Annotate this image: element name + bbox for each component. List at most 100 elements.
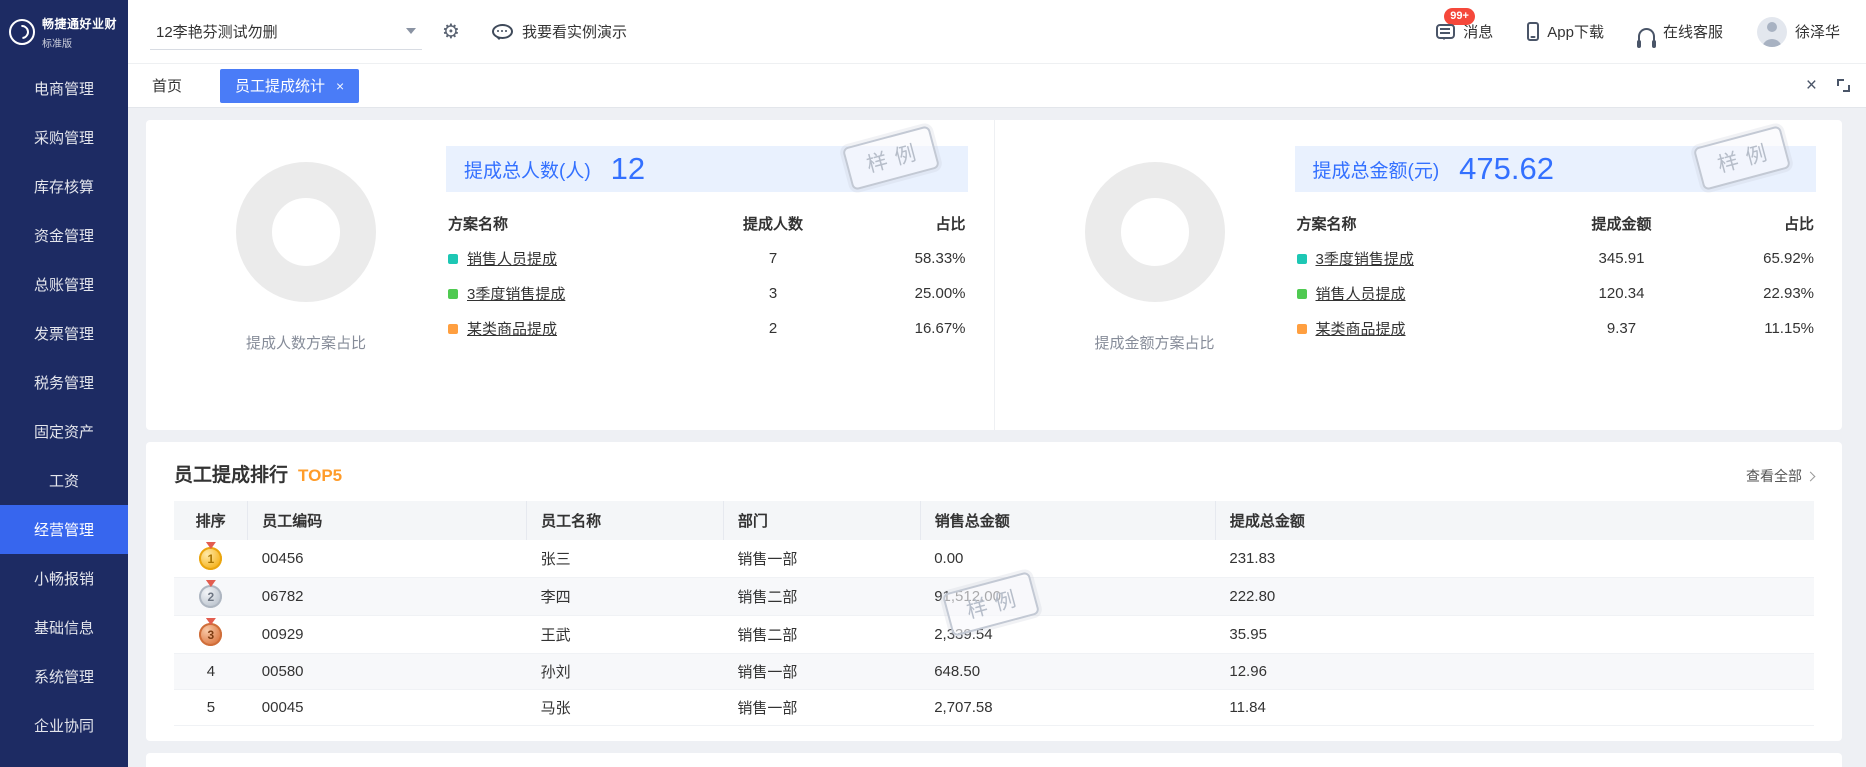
messages-badge: 99+ <box>1444 8 1475 25</box>
commission-overview-card: 提成人数方案占比 提成总人数(人) 12 方案名称 提成人数 占比 销售人员提成… <box>146 120 1842 430</box>
plan-link[interactable]: 销售人员提成 <box>1316 283 1406 304</box>
amount-panel: 提成金额方案占比 提成总金额(元) 475.62 方案名称 提成金额 占比 3季… <box>995 120 1843 430</box>
plan-percentage: 22.93% <box>1763 285 1814 302</box>
tab-employee-commission-stats[interactable]: 员工提成统计 × <box>220 68 360 103</box>
plan-link[interactable]: 销售人员提成 <box>467 248 557 269</box>
plan-link[interactable]: 3季度销售提成 <box>1316 248 1414 269</box>
col-headcount: 提成人数 <box>742 216 803 233</box>
col-employee-code: 员工编码 <box>247 501 528 540</box>
logo-subtitle: 标准版 <box>42 38 72 50</box>
table-row[interactable]: 4 00580 孙刘 销售一部 648.50 12.96 <box>174 653 1814 690</box>
legend-swatch <box>1296 253 1307 264</box>
company-selector-value: 12李艳芬测试勿删 <box>156 23 278 41</box>
col-rank: 排序 <box>174 501 249 540</box>
headset-icon <box>1636 28 1656 48</box>
sidebar-item-general-ledger[interactable]: 总账管理 <box>0 260 128 309</box>
total-sales: 648.50 <box>920 653 1216 690</box>
company-selector[interactable]: 12李艳芬测试勿删 <box>150 14 422 50</box>
view-all-link[interactable]: 查看全部 <box>1746 466 1816 486</box>
amount-legend-table: 方案名称 提成金额 占比 3季度销售提成 345.91 65.92% 销售人员提… <box>1295 206 1817 346</box>
sidebar-item-fixed-assets[interactable]: 固定资产 <box>0 407 128 456</box>
online-support-button[interactable]: 在线客服 <box>1636 21 1723 48</box>
employee-name: 王武 <box>526 615 724 654</box>
plan-value: 2 <box>768 320 778 337</box>
message-bubble-icon <box>1436 24 1456 40</box>
tab-close-icon[interactable]: × <box>336 79 344 93</box>
sidebar-item-guide[interactable]: 新手引导 <box>0 750 128 767</box>
legend-row: 销售人员提成 7 58.33% <box>448 241 966 276</box>
headcount-panel: 提成人数方案占比 提成总人数(人) 12 方案名称 提成人数 占比 销售人员提成… <box>146 120 995 430</box>
col-department: 部门 <box>723 501 921 540</box>
headcount-stat-label: 提成总人数(人) <box>464 160 591 182</box>
app-logo: 畅捷通好业财 标准版 <box>0 0 128 64</box>
legend-swatch <box>448 288 458 299</box>
total-commission: 222.80 <box>1215 577 1814 616</box>
rank-number: 4 <box>174 653 248 690</box>
legend-row: 3季度销售提成 345.91 65.92% <box>1296 241 1814 276</box>
department: 销售一部 <box>723 540 921 578</box>
sidebar-item-tax[interactable]: 税务管理 <box>0 358 128 407</box>
demo-link[interactable]: 我要看实例演示 <box>491 21 627 42</box>
tabbar-controls: × <box>1806 76 1850 95</box>
messages-button[interactable]: 99+ 消息 <box>1436 8 1493 42</box>
page-content: 提成人数方案占比 提成总人数(人) 12 方案名称 提成人数 占比 销售人员提成… <box>128 108 1866 767</box>
sidebar-item-ecommerce[interactable]: 电商管理 <box>0 64 128 113</box>
app-window: 畅捷通好业财 标准版 电商管理 采购管理 库存核算 资金管理 总账管理 发票管理… <box>0 0 1866 767</box>
sidebar-item-inventory[interactable]: 库存核算 <box>0 162 128 211</box>
total-commission: 12.96 <box>1215 653 1814 690</box>
plan-percentage: 58.33% <box>914 250 966 267</box>
table-row[interactable]: 5 00045 马张 销售一部 2,707.58 11.84 <box>174 689 1814 726</box>
col-percentage: 占比 <box>1783 216 1814 233</box>
logo-text: 畅捷通好业财 标准版 <box>42 15 117 50</box>
plan-value: 7 <box>768 250 778 267</box>
user-name: 徐泽华 <box>1794 24 1840 41</box>
employee-name: 马张 <box>526 689 724 726</box>
total-commission: 231.83 <box>1215 540 1814 578</box>
sidebar-item-system[interactable]: 系统管理 <box>0 652 128 701</box>
plan-link[interactable]: 3季度销售提成 <box>467 283 565 304</box>
total-commission: 35.95 <box>1215 615 1814 654</box>
chevron-down-icon <box>406 28 416 34</box>
headcount-donut-chart <box>236 162 376 302</box>
sidebar: 畅捷通好业财 标准版 电商管理 采购管理 库存核算 资金管理 总账管理 发票管理… <box>0 0 128 767</box>
app-download-button[interactable]: App下载 <box>1527 21 1604 42</box>
legend-swatch <box>1296 288 1307 299</box>
plan-percentage: 16.67% <box>914 320 966 337</box>
next-card-partial <box>146 753 1842 767</box>
headcount-legend-table: 方案名称 提成人数 占比 销售人员提成 7 58.33% 3季度销售提成 3 2… <box>446 206 968 346</box>
amount-donut-chart <box>1084 162 1225 302</box>
table-row[interactable]: 1 00456 张三 销售一部 0.00 231.83 <box>174 540 1814 578</box>
gold-medal-icon: 1 <box>199 547 223 570</box>
sidebar-item-collaboration[interactable]: 企业协同 <box>0 701 128 750</box>
sidebar-item-business-management[interactable]: 经营管理 <box>0 505 128 554</box>
plan-value: 120.34 <box>1598 285 1645 302</box>
user-menu[interactable]: 徐泽华 <box>1756 16 1840 47</box>
sidebar-item-purchase[interactable]: 采购管理 <box>0 113 128 162</box>
avatar <box>1756 16 1787 47</box>
sidebar-item-funds[interactable]: 资金管理 <box>0 211 128 260</box>
col-plan-name: 方案名称 <box>1296 216 1357 233</box>
amount-chart-block: 提成金额方案占比 <box>1015 146 1295 430</box>
sidebar-item-basic-info[interactable]: 基础信息 <box>0 603 128 652</box>
gear-icon[interactable]: ⚙ <box>442 22 460 42</box>
legend-header-row: 方案名称 提成人数 占比 <box>448 206 966 241</box>
legend-row: 销售人员提成 120.34 22.93% <box>1296 276 1814 311</box>
plan-value: 345.91 <box>1598 250 1645 267</box>
department: 销售二部 <box>723 577 921 616</box>
sidebar-item-invoice[interactable]: 发票管理 <box>0 309 128 358</box>
employee-code: 06782 <box>247 577 527 616</box>
sidebar-item-expense[interactable]: 小畅报销 <box>0 554 128 603</box>
fullscreen-toggle-icon[interactable] <box>1837 79 1850 92</box>
plan-link[interactable]: 某类商品提成 <box>1316 318 1406 339</box>
tab-bar: 首页 员工提成统计 × × <box>128 64 1866 108</box>
sidebar-item-payroll[interactable]: 工资 <box>0 456 128 505</box>
close-icon[interactable]: × <box>1806 76 1817 95</box>
total-sales: 0.00 <box>920 540 1216 578</box>
col-percentage: 占比 <box>935 216 966 233</box>
plan-link[interactable]: 某类商品提成 <box>467 318 557 339</box>
tab-home[interactable]: 首页 <box>152 75 182 96</box>
department: 销售二部 <box>723 615 921 654</box>
department: 销售一部 <box>723 653 921 690</box>
employee-name: 孙刘 <box>526 653 724 690</box>
amount-stat-value: 475.62 <box>1459 151 1554 186</box>
